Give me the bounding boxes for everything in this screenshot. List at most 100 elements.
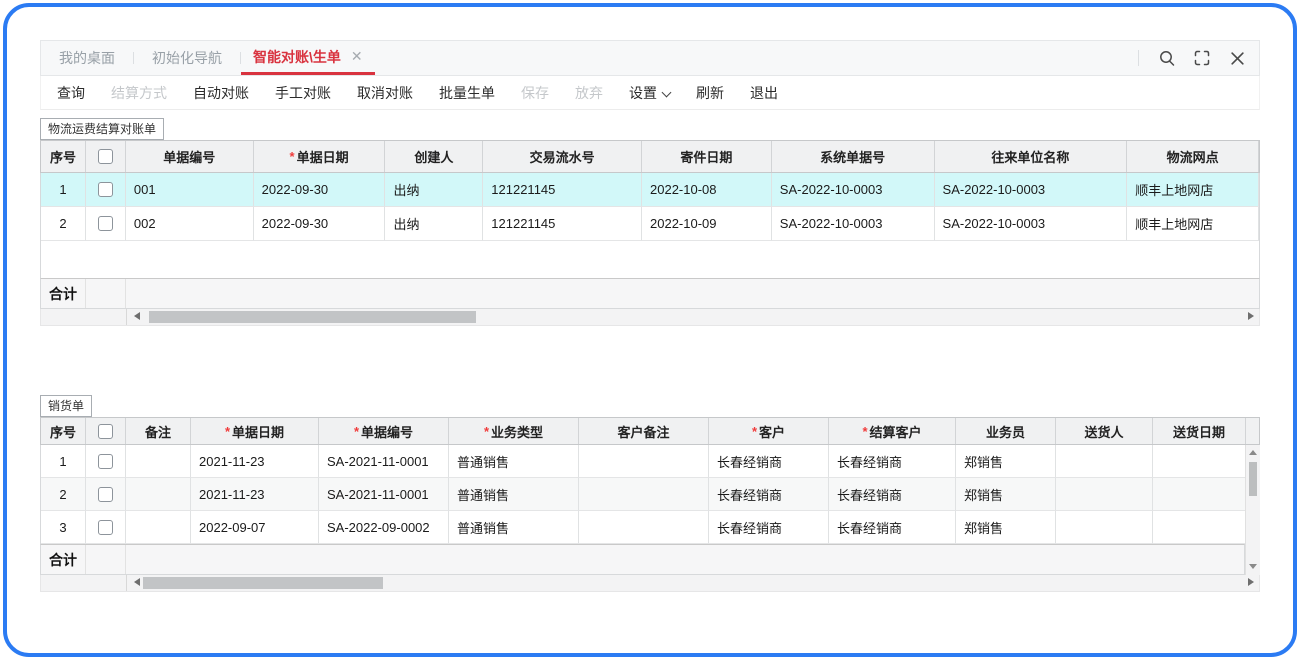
toolbar-query[interactable]: 查询 xyxy=(44,83,98,103)
table-cell[interactable]: 普通销售 xyxy=(449,445,579,478)
row-checkbox[interactable] xyxy=(98,454,113,469)
row-checkbox[interactable] xyxy=(98,487,113,502)
table-cell[interactable]: 长春经销商 xyxy=(829,478,956,511)
toolbar-cancel-reconcile[interactable]: 取消对账 xyxy=(344,83,426,103)
grid2-column-header-4[interactable]: *单据编号 xyxy=(319,418,449,444)
table-cell[interactable]: SA-2022-10-0003 xyxy=(772,173,935,207)
table-cell[interactable]: 2022-09-30 xyxy=(254,207,386,241)
select-all-checkbox[interactable] xyxy=(98,424,113,439)
table-cell[interactable]: 002 xyxy=(126,207,254,241)
grid2-tab[interactable]: 销货单 xyxy=(40,395,92,417)
select-all-checkbox[interactable] xyxy=(98,149,113,164)
table-cell[interactable]: 001 xyxy=(126,173,254,207)
search-icon[interactable] xyxy=(1155,46,1179,70)
grid2-row-1[interactable]: 12021-11-23SA-2021-11-0001普通销售长春经销商长春经销商… xyxy=(41,445,1259,478)
scrollbar-thumb[interactable] xyxy=(149,311,476,323)
table-cell[interactable]: 出纳 xyxy=(385,173,483,207)
scroll-left-arrow[interactable] xyxy=(134,312,140,320)
table-cell[interactable] xyxy=(1153,511,1246,544)
grid1-column-header-4[interactable]: 创建人 xyxy=(385,141,483,172)
table-cell[interactable] xyxy=(86,173,126,207)
table-cell[interactable]: 顺丰上地网店 xyxy=(1127,207,1259,241)
table-cell[interactable]: 2021-11-23 xyxy=(191,445,319,478)
table-cell[interactable]: 2 xyxy=(41,207,86,241)
grid2-column-header-7[interactable]: *客户 xyxy=(709,418,829,444)
table-cell[interactable] xyxy=(1153,445,1246,478)
grid2-column-header-3[interactable]: *单据日期 xyxy=(191,418,319,444)
tab-smart-reconcile[interactable]: 智能对账\生单 ✕ xyxy=(241,41,375,75)
tab-init-navigation[interactable]: 初始化导航 xyxy=(134,41,240,75)
grid1-row-2[interactable]: 2 0022022-09-30出纳1212211452022-10-09SA-20… xyxy=(41,207,1259,241)
table-cell[interactable]: 出纳 xyxy=(385,207,483,241)
tab-my-desktop[interactable]: 我的桌面 xyxy=(41,41,133,75)
grid1-column-header-5[interactable]: 交易流水号 xyxy=(483,141,642,172)
table-cell[interactable]: 1 xyxy=(41,173,86,207)
table-cell[interactable]: 长春经销商 xyxy=(829,445,956,478)
table-cell[interactable]: 长春经销商 xyxy=(709,445,829,478)
table-cell[interactable]: 2021-11-23 xyxy=(191,478,319,511)
table-cell[interactable]: 长春经销商 xyxy=(709,511,829,544)
table-cell[interactable]: 2 xyxy=(41,478,86,511)
table-cell[interactable] xyxy=(579,445,709,478)
grid1-column-header-6[interactable]: 寄件日期 xyxy=(642,141,772,172)
table-cell[interactable]: 郑销售 xyxy=(956,511,1056,544)
grid1-column-header-7[interactable]: 系统单据号 xyxy=(772,141,935,172)
toolbar-batch-generate[interactable]: 批量生单 xyxy=(426,83,508,103)
toolbar-manual-reconcile[interactable]: 手工对账 xyxy=(262,83,344,103)
grid2-column-header-5[interactable]: *业务类型 xyxy=(449,418,579,444)
tab-close-icon[interactable]: ✕ xyxy=(351,48,363,65)
table-cell[interactable] xyxy=(1056,445,1153,478)
grid1-column-header-0[interactable]: 序号 xyxy=(41,141,86,172)
grid2-column-header-6[interactable]: 客户备注 xyxy=(579,418,709,444)
toolbar-settings[interactable]: 设置 xyxy=(616,83,683,103)
table-cell[interactable]: 长春经销商 xyxy=(709,478,829,511)
toolbar-exit[interactable]: 退出 xyxy=(737,83,791,103)
table-cell[interactable] xyxy=(1056,478,1153,511)
grid2-column-header-8[interactable]: *结算客户 xyxy=(829,418,956,444)
scroll-down-arrow[interactable] xyxy=(1249,564,1257,569)
grid1-column-header-3[interactable]: *单据日期 xyxy=(254,141,386,172)
table-cell[interactable]: 121221145 xyxy=(483,173,642,207)
select-all-header[interactable] xyxy=(86,141,126,172)
table-cell[interactable]: 顺丰上地网店 xyxy=(1127,173,1259,207)
scroll-up-arrow[interactable] xyxy=(1249,450,1257,455)
toolbar-auto-reconcile[interactable]: 自动对账 xyxy=(180,83,262,103)
table-cell[interactable]: SA-2022-10-0003 xyxy=(772,207,935,241)
grid2-row-2[interactable]: 22021-11-23SA-2021-11-0001普通销售长春经销商长春经销商… xyxy=(41,478,1259,511)
grid2-vertical-scrollbar[interactable] xyxy=(1245,445,1260,575)
table-cell[interactable]: 3 xyxy=(41,511,86,544)
grid1-column-header-9[interactable]: 物流网点 xyxy=(1127,141,1259,172)
table-cell[interactable] xyxy=(579,511,709,544)
table-cell[interactable]: 2022-10-08 xyxy=(642,173,772,207)
table-cell[interactable]: 长春经销商 xyxy=(829,511,956,544)
table-cell[interactable]: 郑销售 xyxy=(956,478,1056,511)
scroll-right-arrow[interactable] xyxy=(1248,578,1254,586)
table-cell[interactable] xyxy=(126,445,191,478)
grid1-row-1[interactable]: 10012022-09-30出纳1212211452022-10-08SA-20… xyxy=(41,173,1259,207)
grid2-column-header-11[interactable]: 送货日期 xyxy=(1153,418,1246,444)
grid2-horizontal-scrollbar[interactable] xyxy=(40,575,1260,592)
scroll-left-arrow[interactable] xyxy=(134,578,140,586)
scroll-right-arrow[interactable] xyxy=(1248,312,1254,320)
table-cell[interactable] xyxy=(1056,511,1153,544)
table-cell[interactable]: 普通销售 xyxy=(449,478,579,511)
grid1-horizontal-scrollbar[interactable] xyxy=(40,309,1260,326)
grid2-column-header-0[interactable]: 序号 xyxy=(41,418,86,444)
table-cell[interactable] xyxy=(126,478,191,511)
table-cell[interactable]: 2022-09-07 xyxy=(191,511,319,544)
table-cell[interactable]: 2022-10-09 xyxy=(642,207,772,241)
table-cell[interactable]: SA-2022-09-0002 xyxy=(319,511,449,544)
table-cell[interactable]: 121221145 xyxy=(483,207,642,241)
grid2-column-header-9[interactable]: 业务员 xyxy=(956,418,1056,444)
select-all-header[interactable] xyxy=(86,418,126,444)
table-cell[interactable]: 1 xyxy=(41,445,86,478)
table-cell[interactable] xyxy=(1153,478,1246,511)
table-cell[interactable] xyxy=(86,511,126,544)
table-cell[interactable] xyxy=(86,445,126,478)
grid2-column-header-2[interactable]: 备注 xyxy=(126,418,191,444)
toolbar-refresh[interactable]: 刷新 xyxy=(683,83,737,103)
table-cell[interactable] xyxy=(86,207,126,241)
table-cell[interactable] xyxy=(579,478,709,511)
table-cell[interactable]: 普通销售 xyxy=(449,511,579,544)
table-cell[interactable]: 郑销售 xyxy=(956,445,1056,478)
